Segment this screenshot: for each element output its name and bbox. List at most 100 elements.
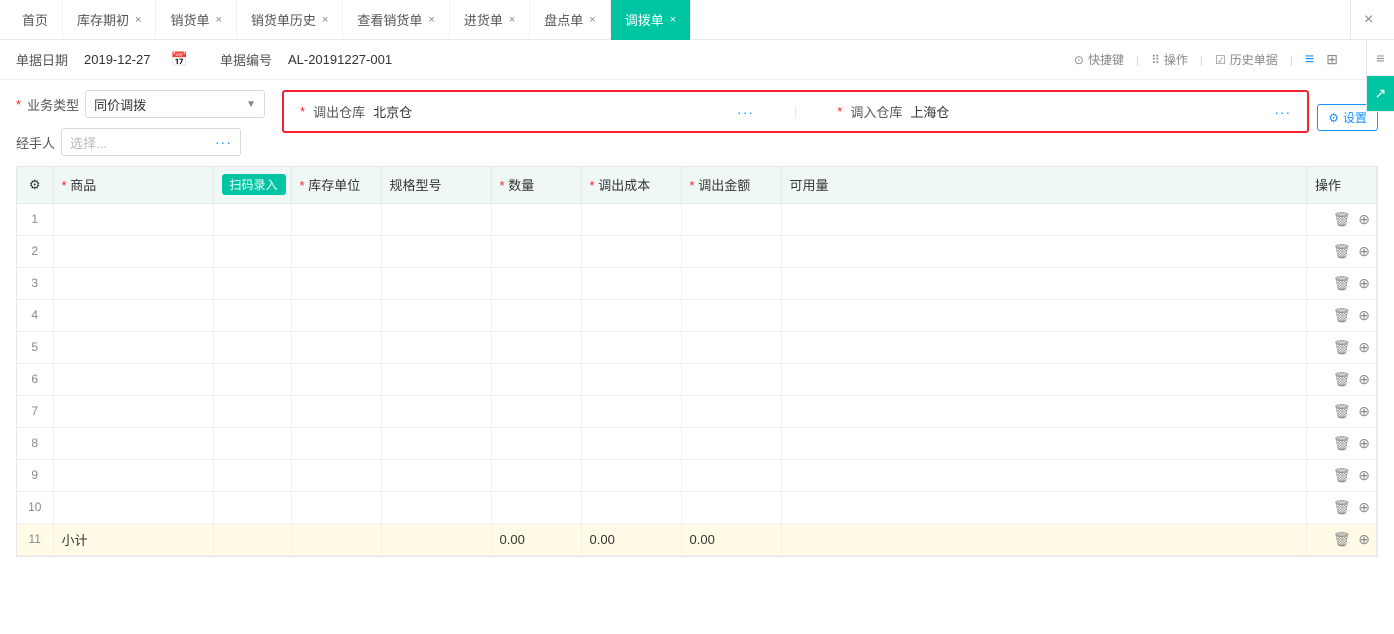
copy-icon-6[interactable]: ⊕ <box>1358 371 1370 387</box>
handler-select[interactable]: 选择... ··· <box>61 128 241 156</box>
cell-spec-2[interactable] <box>381 235 491 267</box>
delete-icon-4[interactable]: 🗑 <box>1333 307 1351 323</box>
delete-icon-2[interactable]: 🗑 <box>1333 243 1351 259</box>
cell-qty-8[interactable] <box>491 427 581 459</box>
cell-goods-7[interactable] <box>53 395 213 427</box>
cell-unit-5[interactable] <box>291 331 381 363</box>
tab-sales-history-close[interactable]: × <box>322 14 328 26</box>
cell-qty-2[interactable] <box>491 235 581 267</box>
tab-purchase-order[interactable]: 进货单 × <box>450 0 530 40</box>
cell-cost-7[interactable] <box>581 395 681 427</box>
copy-icon-9[interactable]: ⊕ <box>1358 467 1370 483</box>
cell-goods-6[interactable] <box>53 363 213 395</box>
cell-unit-7[interactable] <box>291 395 381 427</box>
th-gear[interactable]: ⚙ <box>17 167 53 203</box>
gear-icon[interactable]: ⚙ <box>29 177 41 192</box>
cell-unit-1[interactable] <box>291 203 381 235</box>
cell-unit-3[interactable] <box>291 267 381 299</box>
delete-icon-8[interactable]: 🗑 <box>1333 435 1351 451</box>
tab-stocktake-close[interactable]: × <box>589 14 595 26</box>
cell-spec-10[interactable] <box>381 491 491 523</box>
cell-goods-8[interactable] <box>53 427 213 459</box>
tab-sales-order-close[interactable]: × <box>215 14 221 26</box>
cell-cost-9[interactable] <box>581 459 681 491</box>
cell-qty-9[interactable] <box>491 459 581 491</box>
tab-inventory-init[interactable]: 库存期初 × <box>63 0 156 40</box>
cell-cost-10[interactable] <box>581 491 681 523</box>
cell-amount-3[interactable] <box>681 267 781 299</box>
cell-unit-4[interactable] <box>291 299 381 331</box>
cell-goods-9[interactable] <box>53 459 213 491</box>
delete-icon-5[interactable]: 🗑 <box>1333 339 1351 355</box>
copy-icon-2[interactable]: ⊕ <box>1358 243 1370 259</box>
tab-sales-history[interactable]: 销货单历史 × <box>237 0 343 40</box>
cell-cost-1[interactable] <box>581 203 681 235</box>
cell-spec-7[interactable] <box>381 395 491 427</box>
copy-icon-3[interactable]: ⊕ <box>1358 275 1370 291</box>
cell-amount-8[interactable] <box>681 427 781 459</box>
cell-cost-5[interactable] <box>581 331 681 363</box>
calendar-icon[interactable]: 📅 <box>171 51 188 68</box>
cell-spec-8[interactable] <box>381 427 491 459</box>
tab-sales-order[interactable]: 销货单 × <box>156 0 236 40</box>
cell-cost-2[interactable] <box>581 235 681 267</box>
cell-amount-5[interactable] <box>681 331 781 363</box>
operate-action[interactable]: ⠿ 操作 <box>1151 51 1188 68</box>
copy-icon-8[interactable]: ⊕ <box>1358 435 1370 451</box>
cell-goods-1[interactable] <box>53 203 213 235</box>
cell-cost-6[interactable] <box>581 363 681 395</box>
cell-goods-3[interactable] <box>53 267 213 299</box>
cell-qty-5[interactable] <box>491 331 581 363</box>
cell-unit-2[interactable] <box>291 235 381 267</box>
delete-icon-1[interactable]: 🗑 <box>1333 211 1351 227</box>
copy-icon-1[interactable]: ⊕ <box>1358 211 1370 227</box>
cell-unit-6[interactable] <box>291 363 381 395</box>
cell-amount-1[interactable] <box>681 203 781 235</box>
cell-unit-9[interactable] <box>291 459 381 491</box>
delete-icon-11[interactable]: 🗑 <box>1333 531 1351 547</box>
tab-purchase-order-close[interactable]: × <box>509 14 515 26</box>
cell-goods-10[interactable] <box>53 491 213 523</box>
delete-icon-9[interactable]: 🗑 <box>1333 467 1351 483</box>
copy-icon-11[interactable]: ⊕ <box>1358 531 1370 547</box>
tab-stocktake[interactable]: 盘点单 × <box>530 0 610 40</box>
business-type-select[interactable]: 同价调拨 ▼ <box>85 90 265 118</box>
delete-icon-10[interactable]: 🗑 <box>1333 499 1351 515</box>
cell-spec-1[interactable] <box>381 203 491 235</box>
copy-icon-5[interactable]: ⊕ <box>1358 339 1370 355</box>
close-all-tabs[interactable]: × <box>1350 0 1386 40</box>
cell-spec-6[interactable] <box>381 363 491 395</box>
cell-unit-10[interactable] <box>291 491 381 523</box>
cell-amount-7[interactable] <box>681 395 781 427</box>
cell-qty-10[interactable] <box>491 491 581 523</box>
sidebar-list-icon[interactable]: ≡ <box>1367 40 1394 76</box>
cell-goods-5[interactable] <box>53 331 213 363</box>
cell-cost-4[interactable] <box>581 299 681 331</box>
delete-icon-7[interactable]: 🗑 <box>1333 403 1351 419</box>
warehouse-out-more-icon[interactable]: ··· <box>737 104 754 120</box>
copy-icon-7[interactable]: ⊕ <box>1358 403 1370 419</box>
tab-inventory-init-close[interactable]: × <box>135 14 141 26</box>
history-action[interactable]: ☑ 历史单据 <box>1215 51 1278 68</box>
cell-amount-6[interactable] <box>681 363 781 395</box>
cell-goods-4[interactable] <box>53 299 213 331</box>
handler-more-icon[interactable]: ··· <box>215 134 232 150</box>
cell-amount-10[interactable] <box>681 491 781 523</box>
tab-view-sales[interactable]: 查看销货单 × <box>343 0 449 40</box>
cell-goods-2[interactable] <box>53 235 213 267</box>
cell-amount-4[interactable] <box>681 299 781 331</box>
tab-home[interactable]: 首页 <box>8 0 63 40</box>
cell-qty-6[interactable] <box>491 363 581 395</box>
cell-qty-1[interactable] <box>491 203 581 235</box>
view-list-icon[interactable]: ≡ <box>1305 51 1314 69</box>
cell-cost-8[interactable] <box>581 427 681 459</box>
cell-spec-9[interactable] <box>381 459 491 491</box>
shortcut-action[interactable]: ⊙ 快捷键 <box>1074 51 1124 68</box>
cell-spec-3[interactable] <box>381 267 491 299</box>
tab-transfer[interactable]: 调拨单 × <box>611 0 691 40</box>
cell-qty-3[interactable] <box>491 267 581 299</box>
view-grid-icon[interactable]: ⊞ <box>1326 51 1338 68</box>
sidebar-export-icon[interactable]: ↗ <box>1367 76 1394 112</box>
tab-view-sales-close[interactable]: × <box>428 14 434 26</box>
cell-qty-7[interactable] <box>491 395 581 427</box>
